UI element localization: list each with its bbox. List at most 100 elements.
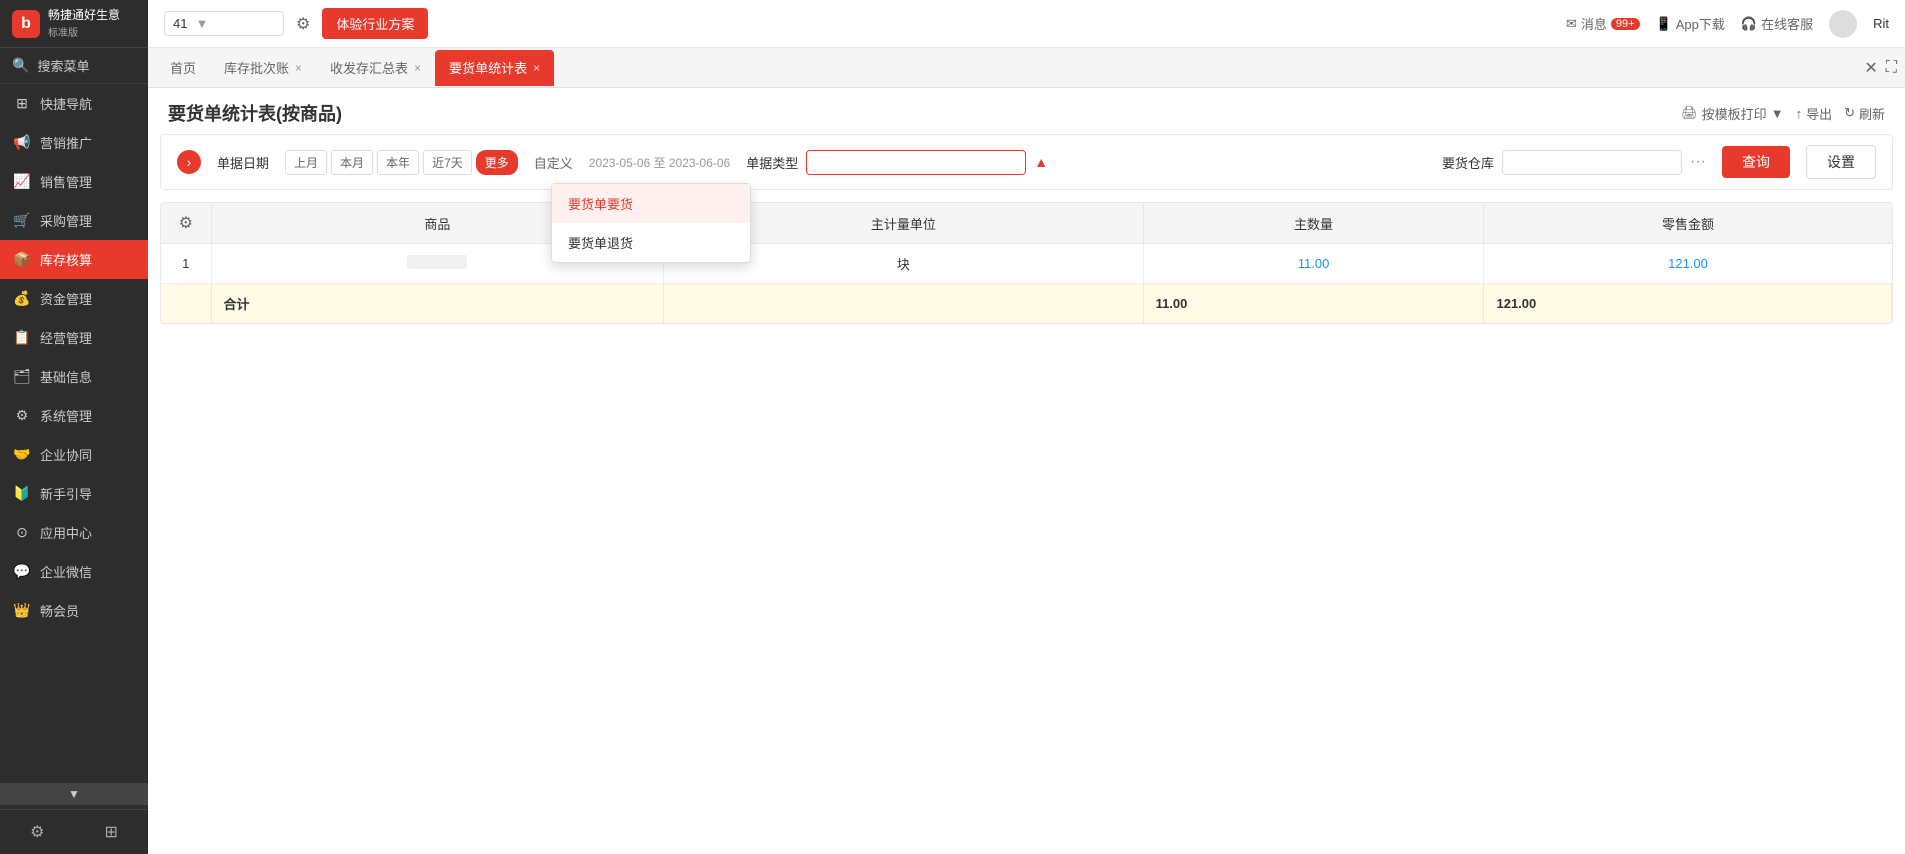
tab-receipt-summary-label: 收发存汇总表: [330, 58, 408, 77]
sidebar-item-appstore[interactable]: ⊙ 应用中心: [0, 513, 148, 552]
sidebar-item-enterprise[interactable]: 🤝 企业协同: [0, 435, 148, 474]
table-row: 1 块 11.00 121.00: [161, 244, 1892, 284]
summary-label: 合计: [211, 284, 664, 324]
tab-order-stats-close[interactable]: ×: [533, 62, 540, 74]
date-range-display: 2023-05-06 至 2023-06-06: [589, 154, 730, 171]
marketing-icon: 📢: [12, 134, 32, 151]
app-label: App下载: [1676, 14, 1725, 33]
sidebar-item-label: 新手引导: [40, 484, 136, 503]
td-amount[interactable]: 121.00: [1484, 244, 1892, 284]
tab-order-stats[interactable]: 要货单统计表 ×: [435, 50, 554, 86]
th-quantity-label: 主数量: [1294, 217, 1333, 232]
summary-quantity: 11.00: [1143, 284, 1484, 324]
date-btn-this-year[interactable]: 本年: [377, 150, 419, 175]
sidebar-scroll-down[interactable]: ▼: [0, 783, 148, 805]
message-label: 消息: [1581, 14, 1607, 33]
store-selector[interactable]: 41 ▼: [164, 11, 284, 36]
message-badge: 99+: [1611, 18, 1640, 30]
sidebar-item-marketing[interactable]: 📢 营销推广: [0, 123, 148, 162]
sidebar-item-member[interactable]: 👑 畅会员: [0, 591, 148, 630]
sidebar-item-sales[interactable]: 📈 销售管理: [0, 162, 148, 201]
print-btn[interactable]: 🖨 按模板打印 ▼: [1681, 104, 1783, 123]
sidebar-item-label: 系统管理: [40, 406, 136, 425]
date-btn-last-month[interactable]: 上月: [285, 150, 327, 175]
settings-btn[interactable]: ⚙: [22, 818, 52, 846]
tabbar-expand-icon[interactable]: ⛶: [1886, 59, 1897, 77]
th-amount-label: 零售金额: [1662, 217, 1714, 232]
app-icon: 📱: [1656, 16, 1672, 32]
settings-gear-icon[interactable]: ⚙: [296, 14, 310, 34]
sidebar-nav: ⊞ 快捷导航 📢 营销推广 📈 销售管理 🛒 采购管理 📦 库存核算 💰 资金管…: [0, 84, 148, 779]
data-table: ⚙ 商品 主计量单位 主数量 零售金额: [161, 203, 1892, 323]
sidebar-item-label: 快捷导航: [40, 94, 136, 113]
more-options-icon[interactable]: ···: [1690, 153, 1706, 171]
date-btn-more[interactable]: 更多: [476, 150, 518, 175]
sidebar-item-system[interactable]: ⚙ 系统管理: [0, 396, 148, 435]
th-settings[interactable]: ⚙: [161, 203, 211, 244]
sidebar-item-label: 应用中心: [40, 523, 136, 542]
industry-btn[interactable]: 体验行业方案: [322, 8, 428, 39]
collapse-btn[interactable]: ⊞: [97, 818, 126, 846]
refresh-label: 刷新: [1859, 104, 1885, 123]
tab-home[interactable]: 首页: [156, 50, 210, 86]
sidebar-item-operation[interactable]: 📋 经营管理: [0, 318, 148, 357]
topbar: 41 ▼ ⚙ 体验行业方案 ✉ 消息 99+ 📱 App下载 🎧 在线客服 Ri…: [148, 0, 1905, 48]
filter-settings-btn[interactable]: 设置: [1806, 145, 1876, 179]
export-btn[interactable]: ↑ 导出: [1796, 104, 1833, 123]
message-btn[interactable]: ✉ 消息 99+: [1566, 14, 1640, 33]
tab-receipt-summary-close[interactable]: ×: [414, 62, 421, 74]
warehouse-input[interactable]: [1502, 150, 1682, 175]
sidebar-item-quick-nav[interactable]: ⊞ 快捷导航: [0, 84, 148, 123]
purchase-icon: 🛒: [12, 212, 32, 229]
dropdown-item-require-goods[interactable]: 要货单要货: [552, 184, 750, 223]
type-arrow-icon[interactable]: ▲: [1034, 154, 1048, 170]
date-filter-label: 单据日期: [217, 153, 269, 172]
query-btn[interactable]: 查询: [1722, 146, 1790, 178]
tab-inventory-batch-label: 库存批次账: [224, 58, 289, 77]
tabbar-close-icon[interactable]: ✕: [1864, 58, 1877, 78]
summary-row: 合计 11.00 121.00: [161, 284, 1892, 324]
sidebar-item-label: 库存核算: [40, 250, 136, 269]
date-btn-this-month[interactable]: 本月: [331, 150, 373, 175]
date-buttons: 上月 本月 本年 近7天 更多: [285, 150, 518, 175]
date-custom-btn[interactable]: 自定义: [534, 153, 573, 172]
quick-nav-icon: ⊞: [12, 95, 32, 112]
td-quantity[interactable]: 11.00: [1143, 244, 1484, 284]
type-input[interactable]: [806, 150, 1026, 175]
message-icon: ✉: [1566, 16, 1577, 32]
brand-name: 畅捷通好生意: [48, 8, 120, 24]
topbar-left: 41 ▼ ⚙ 体验行业方案: [164, 8, 1566, 39]
type-filter: 单据类型 ▲: [746, 150, 1048, 175]
sidebar-item-basic[interactable]: 🗂 基础信息: [0, 357, 148, 396]
app-download-btn[interactable]: 📱 App下载: [1656, 14, 1725, 33]
print-icon: 🖨: [1681, 105, 1698, 121]
refresh-btn[interactable]: ↻ 刷新: [1844, 104, 1885, 123]
topbar-right: ✉ 消息 99+ 📱 App下载 🎧 在线客服 Rit: [1566, 10, 1889, 38]
sidebar-item-guide[interactable]: 🔰 新手引导: [0, 474, 148, 513]
tab-inventory-batch-close[interactable]: ×: [295, 62, 302, 74]
refresh-icon: ↻: [1844, 105, 1855, 121]
sidebar-item-finance[interactable]: 💰 资金管理: [0, 279, 148, 318]
search-menu[interactable]: 🔍 搜索菜单: [0, 48, 148, 84]
filter-expand-btn[interactable]: ›: [177, 150, 201, 174]
dropdown-item-return-goods-label: 要货单退货: [568, 236, 633, 251]
th-quantity: 主数量: [1143, 203, 1484, 244]
tab-receipt-summary[interactable]: 收发存汇总表 ×: [316, 50, 435, 86]
dropdown-item-return-goods[interactable]: 要货单退货: [552, 223, 750, 262]
column-settings-icon[interactable]: ⚙: [179, 215, 193, 232]
sidebar-item-label: 营销推广: [40, 133, 136, 152]
tab-inventory-batch[interactable]: 库存批次账 ×: [210, 50, 316, 86]
service-btn[interactable]: 🎧 在线客服: [1741, 14, 1813, 33]
sales-icon: 📈: [12, 173, 32, 190]
wechat-icon: 💬: [12, 563, 32, 580]
summary-unit-empty: [664, 284, 1143, 324]
sidebar-item-purchase[interactable]: 🛒 采购管理: [0, 201, 148, 240]
page-actions: 🖨 按模板打印 ▼ ↑ 导出 ↻ 刷新: [1681, 104, 1885, 123]
sidebar-item-wechat[interactable]: 💬 企业微信: [0, 552, 148, 591]
tab-home-label: 首页: [170, 58, 196, 77]
th-product-label: 商品: [424, 217, 450, 232]
sidebar-item-inventory[interactable]: 📦 库存核算: [0, 240, 148, 279]
avatar[interactable]: [1829, 10, 1857, 38]
date-btn-last-7-days[interactable]: 近7天: [423, 150, 472, 175]
th-amount: 零售金额: [1484, 203, 1892, 244]
